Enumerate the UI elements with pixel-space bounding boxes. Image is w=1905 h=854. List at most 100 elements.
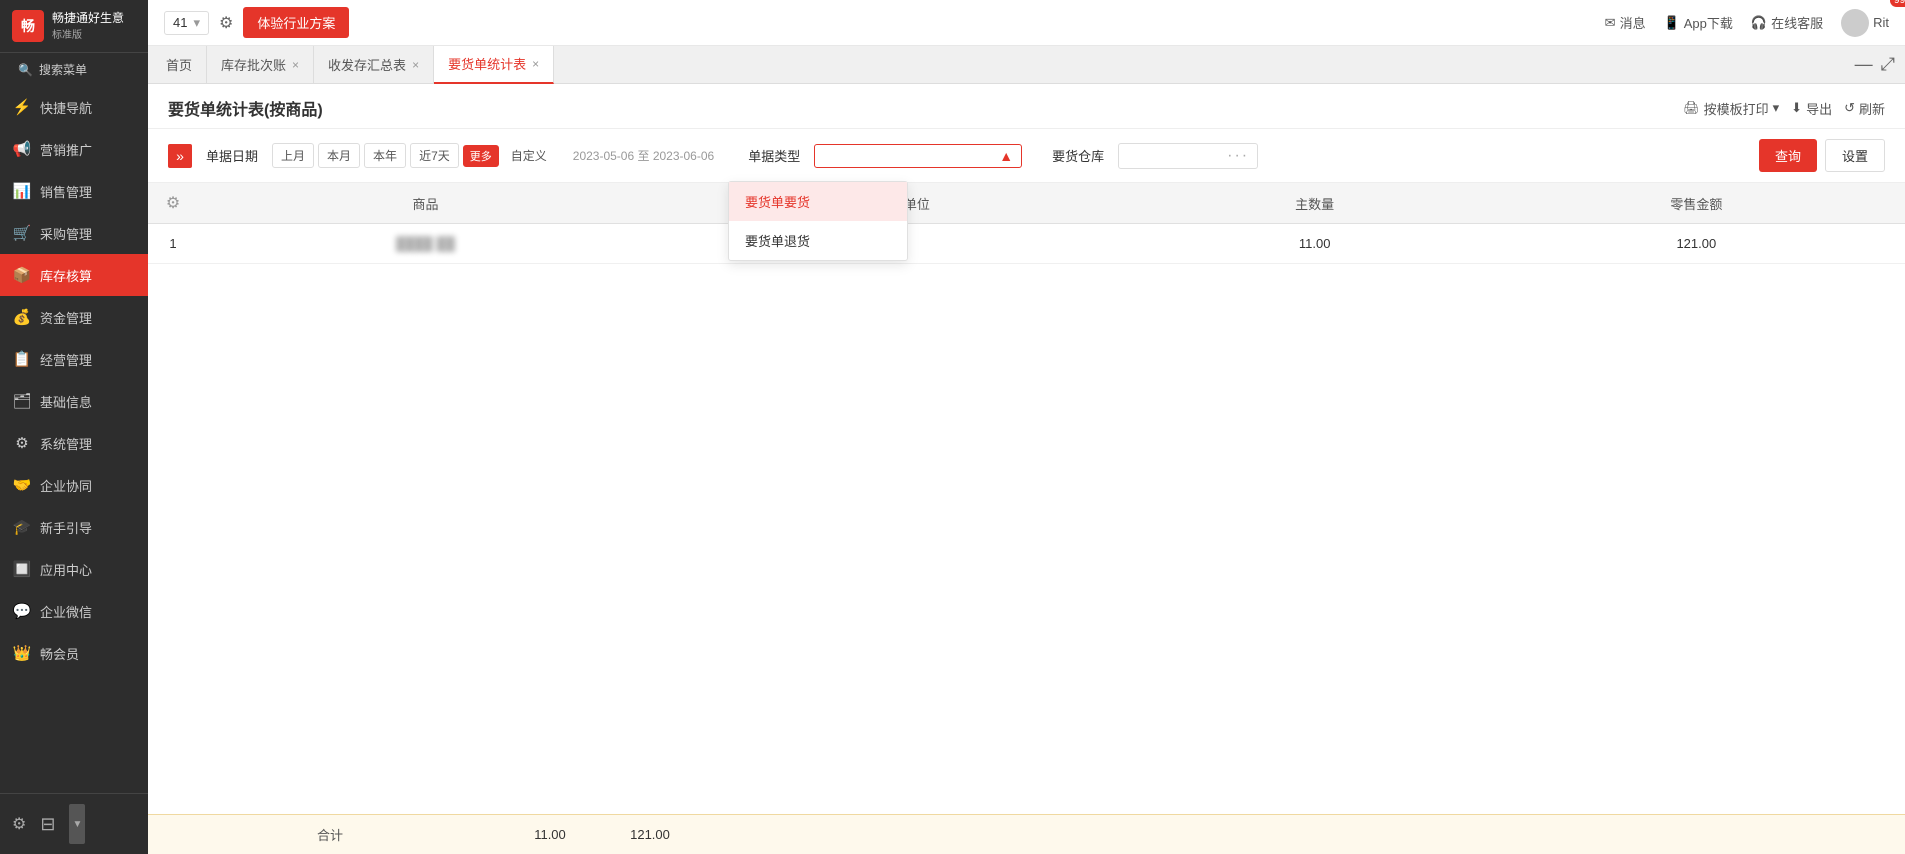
sidebar-item-label: 企业微信 [40, 602, 92, 621]
sidebar-item-guide[interactable]: 🎓 新手引导 [0, 506, 148, 548]
online-service-action[interactable]: 🎧 在线客服 [1751, 13, 1823, 32]
dropdown-item-order-purchase[interactable]: 要货单要货 [729, 182, 907, 221]
company-name: 41 [173, 15, 187, 30]
dropdown-item-order-return[interactable]: 要货单退货 [729, 221, 907, 260]
sidebar-item-label: 畅会员 [40, 644, 79, 663]
tab-receive-summary-label: 收发存汇总表 [328, 55, 406, 74]
tab-inventory-batch-close[interactable]: × [292, 58, 299, 72]
export-action[interactable]: ⬇ 导出 [1791, 99, 1832, 118]
tab-order-stats[interactable]: 要货单统计表 × [434, 46, 554, 84]
more-dates-button[interactable]: 更多 [463, 145, 499, 167]
sidebar-item-label: 系统管理 [40, 434, 92, 453]
tab-actions: — ⤢ [1855, 54, 1905, 75]
app-download-icon: 📱 [1664, 15, 1680, 31]
logo-name: 畅捷通好生意 [52, 11, 124, 27]
warehouse-filter-input[interactable]: ··· [1118, 143, 1258, 169]
tab-expand-button[interactable]: ⤢ [1881, 54, 1895, 75]
sidebar-settings-icon[interactable]: ⚙ [12, 814, 26, 834]
company-selector[interactable]: 41 ▾ [164, 11, 209, 35]
sidebar-toggle-icon[interactable]: ⊟ [40, 814, 55, 835]
date-range-text: 2023-05-06 至 2023-06-06 [573, 147, 714, 164]
logo-sub: 标准版 [52, 26, 124, 41]
warehouse-filter-label: 要货仓库 [1052, 146, 1104, 165]
sidebar-item-basic-info[interactable]: 🗂 基础信息 [0, 380, 148, 422]
sidebar-item-sales[interactable]: 📊 销售管理 [0, 170, 148, 212]
data-table: ⚙ 商品 主计量单位 主数量 零售金额 1 ████ ██ 块 [148, 183, 1905, 264]
column-settings-icon[interactable]: ⚙ [166, 195, 180, 212]
export-icon: ⬇ [1791, 100, 1802, 116]
this-year-button[interactable]: 本年 [364, 143, 406, 168]
sidebar-item-finance[interactable]: 💰 资金管理 [0, 296, 148, 338]
tab-inventory-batch[interactable]: 库存批次账 × [207, 46, 314, 84]
date-filter-label: 单据日期 [206, 146, 258, 165]
tab-home-label: 首页 [166, 55, 192, 74]
message-badge: 99+ [1890, 0, 1905, 7]
tabs-bar: 首页 库存批次账 × 收发存汇总表 × 要货单统计表 × — ⤢ [148, 46, 1905, 84]
operations-icon: 📋 [12, 349, 32, 369]
message-icon: ✉ [1605, 15, 1616, 31]
query-button[interactable]: 查询 [1759, 139, 1817, 172]
row-qty: 11.00 [1142, 224, 1488, 264]
wechat-icon: 💬 [12, 601, 32, 621]
last-7-days-button[interactable]: 近7天 [410, 143, 459, 168]
sidebar-search[interactable]: 🔍 搜索菜单 [0, 53, 148, 86]
table-wrap: ⚙ 商品 主计量单位 主数量 零售金额 1 ████ ██ 块 [148, 183, 1905, 814]
type-filter-input-wrap[interactable]: ▲ [814, 144, 1022, 168]
sidebar-item-purchase[interactable]: 🛒 采购管理 [0, 212, 148, 254]
tab-minimize-button[interactable]: — [1855, 54, 1873, 75]
user-profile[interactable]: Rit [1841, 9, 1889, 37]
filter-actions: 查询 设置 [1759, 139, 1885, 172]
refresh-action[interactable]: ↺ 刷新 [1844, 99, 1885, 118]
date-shortcuts: 上月 本月 本年 近7天 更多 自定义 [272, 143, 555, 168]
col-settings[interactable]: ⚙ [148, 183, 198, 224]
content-area: 要货单统计表(按商品) 🖨 按模板打印 ▾ ⬇ 导出 ↺ 刷新 » [148, 84, 1905, 854]
sidebar-item-system[interactable]: ⚙ 系统管理 [0, 422, 148, 464]
type-filter-chevron-icon[interactable]: ▲ [999, 148, 1013, 164]
main-area: 41 ▾ ⚙ 体验行业方案 ✉ 消息 99+ 📱 App下载 🎧 在线客服 R [148, 0, 1905, 854]
header-right: ✉ 消息 99+ 📱 App下载 🎧 在线客服 Rit [1605, 9, 1889, 37]
sidebar-item-wechat[interactable]: 💬 企业微信 [0, 590, 148, 632]
app-download-action[interactable]: 📱 App下载 [1664, 13, 1733, 32]
message-action[interactable]: ✉ 消息 99+ [1605, 13, 1646, 32]
finance-icon: 💰 [12, 307, 32, 327]
warehouse-dots-icon[interactable]: ··· [1227, 147, 1249, 165]
prev-month-button[interactable]: 上月 [272, 143, 314, 168]
type-filter-input[interactable] [823, 148, 999, 163]
sidebar-search-label: 搜索菜单 [39, 61, 87, 78]
print-action[interactable]: 🖨 按模板打印 ▾ [1683, 99, 1779, 118]
sidebar-item-operations[interactable]: 📋 经营管理 [0, 338, 148, 380]
quick-nav-icon: ⚡ [12, 97, 32, 117]
filter-expand-button[interactable]: » [168, 144, 192, 168]
custom-date-button[interactable]: 自定义 [503, 144, 555, 167]
sidebar-item-enterprise[interactable]: 🤝 企业协同 [0, 464, 148, 506]
tab-home[interactable]: 首页 [152, 46, 207, 84]
sidebar-item-marketing[interactable]: 📢 营销推广 [0, 128, 148, 170]
sidebar-item-label: 营销推广 [40, 140, 92, 159]
goods-name: ████ ██ [396, 236, 455, 251]
user-avatar [1841, 9, 1869, 37]
filter-settings-button[interactable]: 设置 [1825, 139, 1885, 172]
print-icon: 🖨 [1683, 100, 1700, 116]
tab-receive-summary[interactable]: 收发存汇总表 × [314, 46, 434, 84]
sidebar-item-app-center[interactable]: 🔲 应用中心 [0, 548, 148, 590]
page-actions: 🖨 按模板打印 ▾ ⬇ 导出 ↺ 刷新 [1683, 99, 1885, 118]
this-month-button[interactable]: 本月 [318, 143, 360, 168]
tab-receive-summary-close[interactable]: × [412, 58, 419, 72]
system-icon: ⚙ [12, 433, 32, 453]
col-goods: 商品 [198, 183, 653, 224]
sidebar-item-membership[interactable]: 👑 畅会员 [0, 632, 148, 674]
header-left: 41 ▾ ⚙ 体验行业方案 [164, 7, 349, 38]
header-settings-icon[interactable]: ⚙ [219, 13, 233, 33]
sidebar-scroll-down[interactable]: ▼ [69, 804, 85, 844]
sidebar-item-label: 经营管理 [40, 350, 92, 369]
col-amount: 零售金额 [1488, 183, 1905, 224]
app-download-label: App下载 [1684, 13, 1733, 32]
basic-info-icon: 🗂 [12, 391, 32, 411]
sidebar-item-inventory[interactable]: 📦 库存核算 [0, 254, 148, 296]
sidebar-item-label: 应用中心 [40, 560, 92, 579]
tab-order-stats-close[interactable]: × [532, 57, 539, 71]
tab-order-stats-label: 要货单统计表 [448, 54, 526, 73]
trial-button[interactable]: 体验行业方案 [243, 7, 349, 38]
table-row: 1 ████ ██ 块 11.00 121.00 [148, 224, 1905, 264]
sidebar-item-quick-nav[interactable]: ⚡ 快捷导航 [0, 86, 148, 128]
